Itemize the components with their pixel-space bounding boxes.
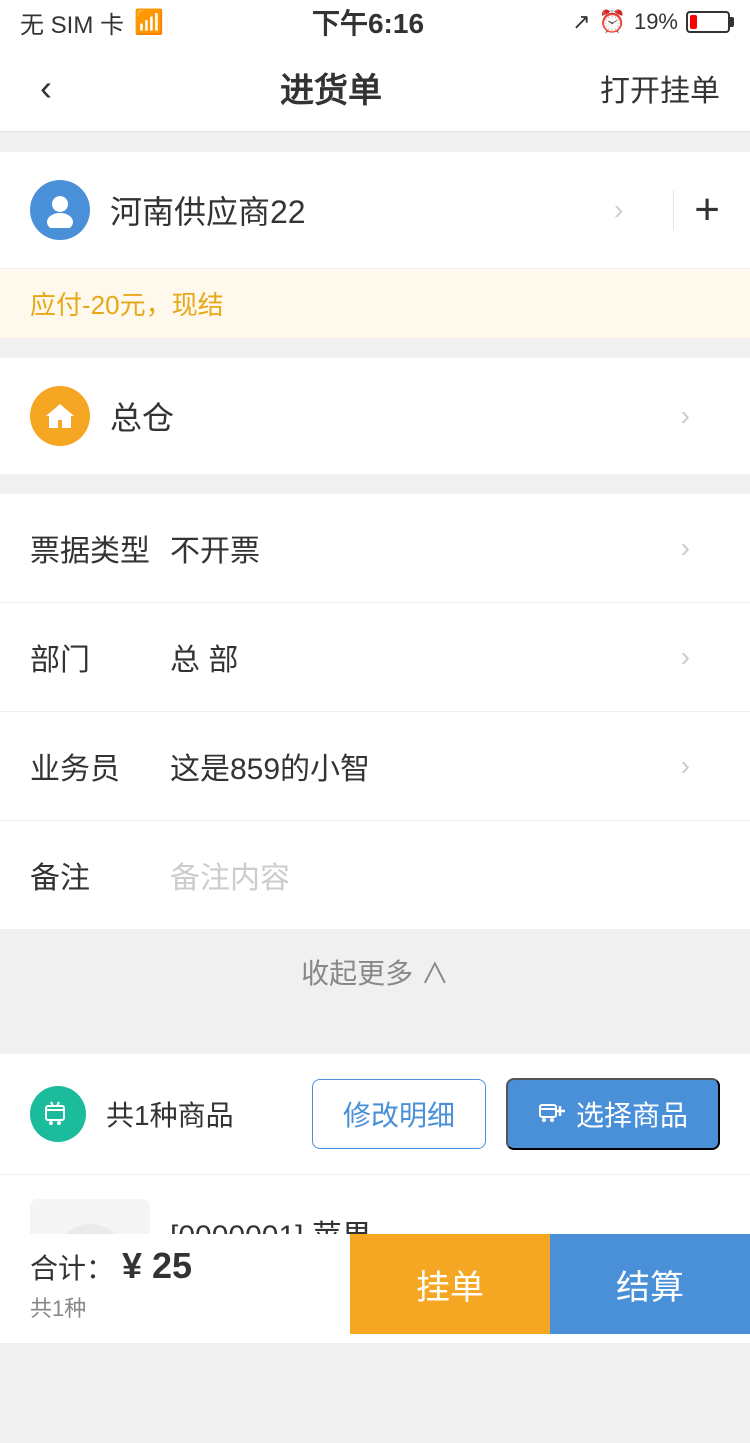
warehouse-row[interactable]: 总仓 › [0, 358, 750, 474]
remark-label: 备注 [30, 853, 170, 897]
gap-4 [0, 1014, 750, 1034]
chevron-right-icon-3: › [681, 532, 690, 564]
product-header: 共1种商品 修改明细 选择商品 [0, 1054, 750, 1174]
gap-2 [0, 338, 750, 358]
chevron-right-icon: › [614, 194, 623, 226]
warehouse-icon [30, 386, 90, 446]
select-product-button[interactable]: 选择商品 [506, 1078, 720, 1150]
location-icon: ↗ [572, 9, 590, 35]
status-bar: 无 SIM 卡 📶 下午6:16 ↗ ⏰ 19% [0, 0, 750, 44]
time-label: 下午6:16 [312, 2, 424, 42]
carrier-label: 无 SIM 卡 [20, 5, 124, 40]
department-value: 总 部 [170, 635, 681, 679]
nav-bar: ‹ 进货单 打开挂单 [0, 44, 750, 132]
total-prefix: 合计： [30, 1247, 114, 1287]
cart-icon-wrap [30, 1086, 86, 1142]
form-section: 票据类型 不开票 › 部门 总 部 › 业务员 这是859的小智 › 备注 备注… [0, 494, 750, 930]
bottom-toolbar: 合计： ¥ 25 共1种 挂单 结算 [0, 1234, 750, 1334]
collapse-bar[interactable]: 收起更多 ∧ [0, 930, 750, 1014]
person-icon [42, 192, 78, 228]
supplier-row[interactable]: 河南供应商22 › + [0, 152, 750, 269]
battery-icon [686, 11, 730, 33]
chevron-right-icon-4: › [681, 641, 690, 673]
gap-3 [0, 474, 750, 494]
add-supplier-button[interactable]: + [694, 188, 720, 232]
total-count: 共1种 [30, 1291, 320, 1323]
hang-button[interactable]: 挂单 [350, 1234, 550, 1334]
alarm-icon: ⏰ [599, 9, 626, 35]
battery-label: 19% [634, 9, 678, 35]
page-title: 进货单 [280, 63, 382, 112]
warehouse-section[interactable]: 总仓 › [0, 358, 750, 474]
supplier-avatar [30, 180, 90, 240]
open-hang-button[interactable]: 打开挂单 [600, 66, 720, 110]
salesman-value: 这是859的小智 [170, 744, 681, 788]
back-button[interactable]: ‹ [30, 57, 62, 119]
status-left: 无 SIM 卡 📶 [20, 5, 164, 40]
invoice-type-label: 票据类型 [30, 526, 170, 570]
bottom-spacer [0, 1343, 750, 1443]
divider [673, 190, 674, 230]
remark-placeholder[interactable]: 备注内容 [170, 853, 720, 897]
department-label: 部门 [30, 635, 170, 679]
status-right: ↗ ⏰ 19% [572, 9, 730, 35]
warehouse-name: 总仓 [110, 393, 681, 439]
supplier-name: 河南供应商22 [110, 187, 614, 233]
total-section: 合计： ¥ 25 共1种 [0, 1245, 350, 1323]
supplier-section: 河南供应商22 › + 应付-20元，现结 [0, 152, 750, 338]
select-product-label: 选择商品 [576, 1094, 688, 1134]
chevron-right-icon-5: › [681, 750, 690, 782]
department-row[interactable]: 部门 总 部 › [0, 603, 750, 712]
gap-1 [0, 132, 750, 152]
cart-icon [43, 1099, 73, 1129]
total-amount: ¥ 25 [122, 1245, 192, 1287]
home-icon [44, 400, 76, 432]
checkout-button[interactable]: 结算 [550, 1234, 750, 1334]
chevron-right-icon-2: › [681, 400, 690, 432]
remark-row[interactable]: 备注 备注内容 [0, 821, 750, 930]
select-product-icon [538, 1100, 566, 1128]
invoice-type-row[interactable]: 票据类型 不开票 › [0, 494, 750, 603]
modify-detail-button[interactable]: 修改明细 [312, 1079, 486, 1149]
salesman-label: 业务员 [30, 744, 170, 788]
notice-bar: 应付-20元，现结 [0, 269, 750, 338]
wifi-icon: 📶 [134, 8, 164, 37]
total-label-row: 合计： ¥ 25 [30, 1245, 320, 1287]
salesman-row[interactable]: 业务员 这是859的小智 › [0, 712, 750, 821]
invoice-type-value: 不开票 [170, 526, 681, 570]
product-count-text: 共1种商品 [106, 1094, 292, 1134]
